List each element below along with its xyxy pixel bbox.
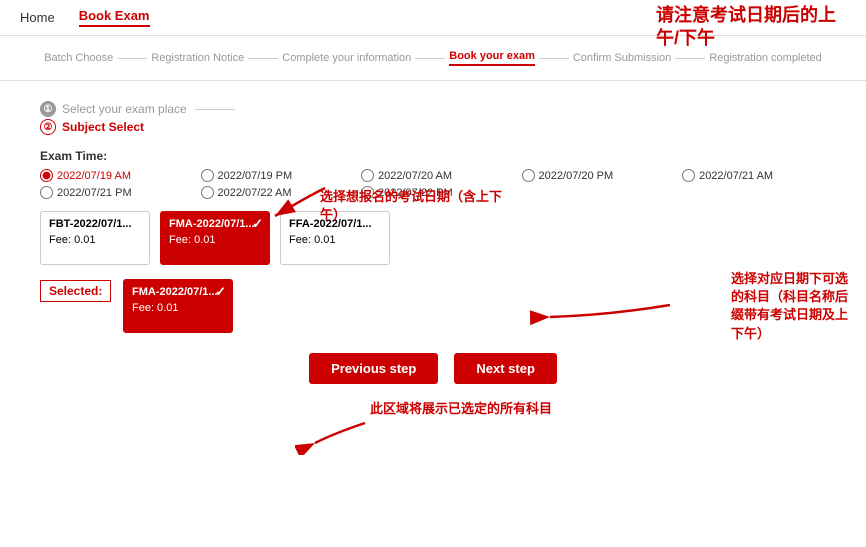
radio-item-3[interactable]: 2022/07/20 PM <box>522 169 667 182</box>
main-content: ① Select your exam place ② Subject Selec… <box>0 91 866 394</box>
subject-card-2-name: FFA-2022/07/1... <box>289 218 381 230</box>
radio-item-4[interactable]: 2022/07/21 AM <box>682 169 826 182</box>
radio-item-7[interactable]: 2022/07/22 PM <box>361 186 506 199</box>
radio-1[interactable] <box>201 169 214 182</box>
selected-card-0-fee: Fee: 0.01 <box>132 302 224 314</box>
nav-bar: Home Book Exam <box>0 0 866 36</box>
radio-item-5[interactable]: 2022/07/21 PM <box>40 186 185 199</box>
radio-item-0[interactable]: 2022/07/19 AM <box>40 169 185 182</box>
step-registration-notice: Registration Notice <box>151 52 244 64</box>
selected-check-icon: ✓ <box>215 284 226 300</box>
radio-4[interactable] <box>682 169 695 182</box>
selected-label: Selected: <box>40 280 111 302</box>
subject-card-1-fee: Fee: 0.01 <box>169 234 261 246</box>
selected-card-0-name: FMA-2022/07/1... <box>132 286 224 298</box>
subject-card-0[interactable]: FBT-2022/07/1... Fee: 0.01 <box>40 211 150 265</box>
exam-time-label: Exam Time: <box>40 149 826 163</box>
steps-bar: Batch Choose Registration Notice Complet… <box>0 36 866 74</box>
radio-3[interactable] <box>522 169 535 182</box>
next-step-button[interactable]: Next step <box>454 353 557 384</box>
subject-card-1-name: FMA-2022/07/1... <box>169 218 261 230</box>
step-batch-choose: Batch Choose <box>44 52 113 64</box>
sub-step-1-text: Select your exam place <box>62 102 187 116</box>
sub-step-1-circle: ① <box>40 101 56 117</box>
sub-steps: ① Select your exam place ② Subject Selec… <box>40 101 826 137</box>
radio-grid: 2022/07/19 AM 2022/07/19 PM 2022/07/20 A… <box>40 169 826 199</box>
step-completed: Registration completed <box>709 52 822 64</box>
radio-item-6[interactable]: 2022/07/22 AM <box>201 186 346 199</box>
selected-cards-row: ✓ FMA-2022/07/1... Fee: 0.01 <box>123 279 233 333</box>
sub-step-2: ② Subject Select <box>40 119 826 135</box>
radio-2[interactable] <box>361 169 374 182</box>
radio-7[interactable] <box>361 186 374 199</box>
nav-home-link[interactable]: Home <box>20 10 55 25</box>
subject-card-1[interactable]: ✓ FMA-2022/07/1... Fee: 0.01 <box>160 211 270 265</box>
subject-card-2-fee: Fee: 0.01 <box>289 234 381 246</box>
exam-time-section: Exam Time: 2022/07/19 AM 2022/07/19 PM 2… <box>40 149 826 199</box>
subject-card-2[interactable]: FFA-2022/07/1... Fee: 0.01 <box>280 211 390 265</box>
check-icon-1: ✓ <box>252 216 263 232</box>
sub-step-2-circle: ② <box>40 119 56 135</box>
radio-6[interactable] <box>201 186 214 199</box>
bottom-buttons: Previous step Next step <box>40 353 826 384</box>
radio-item-2[interactable]: 2022/07/20 AM <box>361 169 506 182</box>
step-confirm: Confirm Submission <box>573 52 671 64</box>
radio-5[interactable] <box>40 186 53 199</box>
subject-cards-row: FBT-2022/07/1... Fee: 0.01 ✓ FMA-2022/07… <box>40 211 826 265</box>
sub-step-2-text: Subject Select <box>62 120 144 134</box>
step-book-exam: Book your exam <box>449 50 535 66</box>
radio-0[interactable] <box>40 169 53 182</box>
annotation-selected: 此区域将展示已选定的所有科目 <box>370 400 552 418</box>
selected-section: Selected: ✓ FMA-2022/07/1... Fee: 0.01 <box>40 279 826 333</box>
step-complete-info: Complete your information <box>282 52 411 64</box>
subject-card-0-name: FBT-2022/07/1... <box>49 218 141 230</box>
selected-card-0[interactable]: ✓ FMA-2022/07/1... Fee: 0.01 <box>123 279 233 333</box>
nav-book-exam-link[interactable]: Book Exam <box>79 8 150 27</box>
radio-item-1[interactable]: 2022/07/19 PM <box>201 169 346 182</box>
sub-step-1: ① Select your exam place <box>40 101 826 117</box>
subject-card-0-fee: Fee: 0.01 <box>49 234 141 246</box>
prev-step-button[interactable]: Previous step <box>309 353 438 384</box>
